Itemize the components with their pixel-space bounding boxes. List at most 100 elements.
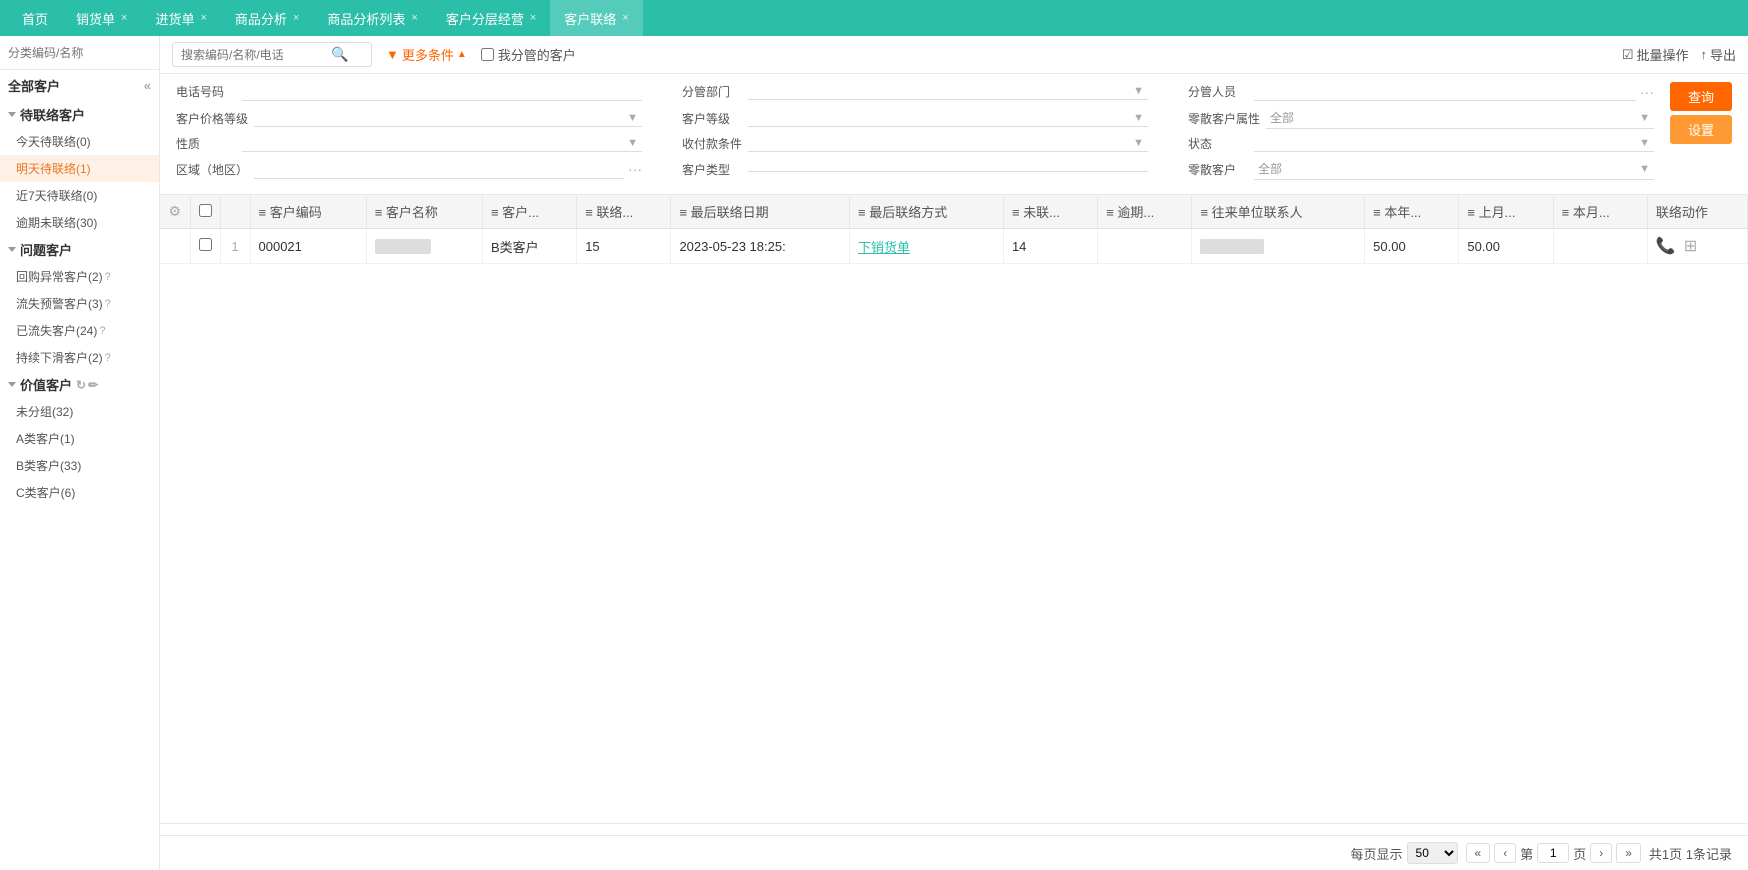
gender-select[interactable]: ▼ [242, 135, 642, 152]
th-name[interactable]: ≡ 客户名称 [366, 195, 482, 229]
th-last-contact-method[interactable]: ≡ 最后联络方式 [850, 195, 1004, 229]
last-page-button[interactable]: » [1616, 843, 1641, 863]
nav-product-analysis-list[interactable]: 商品分析列表 × [313, 0, 431, 36]
th-this-year[interactable]: ≡ 本年... [1365, 195, 1459, 229]
retail-attr-select-arrow-icon: ▼ [1639, 112, 1650, 124]
pagination: « ‹ 第 页 › » [1466, 843, 1641, 863]
th-contact[interactable]: ≡ 联络... [577, 195, 671, 229]
sidebar-search-input[interactable] [8, 46, 160, 60]
dept-select[interactable]: ▼ [748, 83, 1148, 100]
close-customer-contact-icon[interactable]: × [622, 12, 628, 24]
all-customers-header[interactable]: 全部客户 « [0, 70, 159, 101]
row-phone-action-icon[interactable]: 📞 [1656, 236, 1676, 256]
sidebar-item-class-b[interactable]: B类客户(33) [0, 452, 159, 479]
problem-customers-expand-icon [8, 247, 16, 252]
retail-attr-select[interactable]: 全部 ▼ [1266, 107, 1654, 129]
th-last-month[interactable]: ≡ 上月... [1459, 195, 1553, 229]
my-customers-checkbox-label[interactable]: 我分管的客户 [481, 45, 576, 64]
th-this-month[interactable]: ≡ 本月... [1553, 195, 1647, 229]
sidebar-item-week7[interactable]: 近7天待联络(0) [0, 182, 159, 209]
price-tier-select[interactable]: ▼ [254, 110, 642, 127]
sidebar-item-repurchase-abnormal[interactable]: 回购异常客户(2) ? [0, 263, 159, 290]
close-product-analysis-icon[interactable]: × [293, 12, 299, 24]
th-num [220, 195, 250, 229]
data-table-container: ⚙ ≡ 客户编码 ≡ 客户名称 ≡ 客户... ≡ 联络... ≡ 最后联络日期… [160, 195, 1748, 823]
sidebar-item-ungrouped[interactable]: 未分组(32) [0, 398, 159, 425]
search-box: 🔍 [172, 42, 372, 67]
customer-type-select[interactable] [748, 167, 1148, 172]
th-code[interactable]: ≡ 客户编码 [250, 195, 366, 229]
th-settings[interactable]: ⚙ [160, 195, 190, 229]
nav-purchase-order[interactable]: 进货单 × [141, 0, 220, 36]
select-all-checkbox[interactable] [199, 204, 212, 217]
pending-contact-label: 待联络客户 [20, 105, 85, 124]
th-unit-contact[interactable]: ≡ 往来单位联系人 [1192, 195, 1365, 229]
query-button[interactable]: 查询 [1670, 82, 1732, 111]
row-checkbox[interactable] [199, 238, 212, 251]
bulk-action-button[interactable]: ☑ 批量操作 [1622, 45, 1689, 64]
region-dots-icon[interactable]: ··· [628, 161, 642, 177]
status-select[interactable]: ▼ [1254, 135, 1654, 152]
customer-tier-select[interactable]: ▼ [748, 110, 1148, 127]
close-product-analysis-list-icon[interactable]: × [411, 12, 417, 24]
sidebar-item-overdue[interactable]: 逾期未联络(30) [0, 209, 159, 236]
customer-type-label: 客户类型 [682, 161, 742, 178]
sidebar-item-today[interactable]: 今天待联络(0) [0, 128, 159, 155]
sidebar-item-class-a[interactable]: A类客户(1) [0, 425, 159, 452]
column-settings-icon[interactable]: ⚙ [168, 203, 181, 219]
nav-sales-order[interactable]: 销货单 × [62, 0, 141, 36]
search-input[interactable] [181, 48, 331, 62]
prev-page-button[interactable]: ‹ [1494, 843, 1516, 863]
row-last-month: 50.00 [1459, 229, 1553, 264]
nav-customer-tier[interactable]: 客户分层经营 × [432, 0, 550, 36]
retail-customer-select[interactable]: 全部 ▼ [1254, 158, 1654, 180]
close-purchase-order-icon[interactable]: × [200, 12, 206, 24]
th-last-contact-date[interactable]: ≡ 最后联络日期 [671, 195, 850, 229]
more-conditions-button[interactable]: ▼ 更多条件 ▲ [380, 42, 473, 67]
settings-button[interactable]: 设置 [1670, 115, 1732, 144]
next-page-button[interactable]: › [1590, 843, 1612, 863]
value-customers-expand-icon [8, 382, 16, 387]
row-customer-type: B类客户 [482, 229, 576, 264]
value-customers-group[interactable]: 价值客户 ↻ ✏ [0, 371, 159, 398]
page-number-input[interactable] [1537, 843, 1569, 863]
sidebar-item-class-c[interactable]: C类客户(6) [0, 479, 159, 506]
manager-field: 分管人员 ··· [1188, 82, 1654, 101]
th-not-contact[interactable]: ≡ 未联... [1003, 195, 1097, 229]
status-field: 状态 ▼ [1188, 135, 1654, 152]
manager-input[interactable] [1254, 82, 1636, 101]
value-customers-refresh-icon[interactable]: ↻ [76, 378, 86, 392]
row-check-cell [190, 229, 220, 264]
phone-field: 电话号码 [176, 82, 642, 101]
problem-customers-group[interactable]: 问题客户 [0, 236, 159, 263]
region-label: 区域（地区） [176, 161, 248, 178]
row-grid-action-icon[interactable]: ⊞ [1684, 236, 1697, 256]
payment-select[interactable]: ▼ [748, 135, 1148, 152]
sidebar-item-lost[interactable]: 已流失客户(24) ? [0, 317, 159, 344]
nav-customer-contact[interactable]: 客户联络 × [550, 0, 642, 36]
search-submit-icon[interactable]: 🔍 [331, 46, 348, 63]
first-page-button[interactable]: « [1466, 843, 1491, 863]
value-customers-edit-icon[interactable]: ✏ [88, 378, 98, 392]
region-input[interactable] [254, 160, 624, 179]
nav-home[interactable]: 首页 [8, 0, 62, 36]
retail-attr-label: 零散客户属性 [1188, 110, 1260, 127]
row-not-contact: 14 [1003, 229, 1097, 264]
sidebar-item-continuous-decline[interactable]: 持续下滑客户(2) ? [0, 344, 159, 371]
sidebar-item-tomorrow[interactable]: 明天待联络(1) [0, 155, 159, 182]
manager-dots-icon[interactable]: ··· [1640, 84, 1654, 100]
export-button[interactable]: ↑ 导出 [1700, 45, 1736, 64]
sidebar-item-lost-risk[interactable]: 流失预警客户(3) ? [0, 290, 159, 317]
last-contact-method-link[interactable]: 下销货单 [858, 240, 910, 255]
my-customers-checkbox[interactable] [481, 48, 494, 61]
close-sales-order-icon[interactable]: × [121, 12, 127, 24]
nav-product-analysis[interactable]: 商品分析 × [221, 0, 313, 36]
pending-contact-group[interactable]: 待联络客户 [0, 101, 159, 128]
close-customer-tier-icon[interactable]: × [530, 12, 536, 24]
collapse-icon: « [144, 78, 151, 93]
th-customer-type[interactable]: ≡ 客户... [482, 195, 576, 229]
th-overdue[interactable]: ≡ 逾期... [1098, 195, 1192, 229]
per-page-select[interactable]: 50 100 200 [1407, 842, 1458, 864]
phone-input[interactable] [242, 82, 642, 101]
horizontal-scrollbar[interactable] [160, 823, 1748, 835]
